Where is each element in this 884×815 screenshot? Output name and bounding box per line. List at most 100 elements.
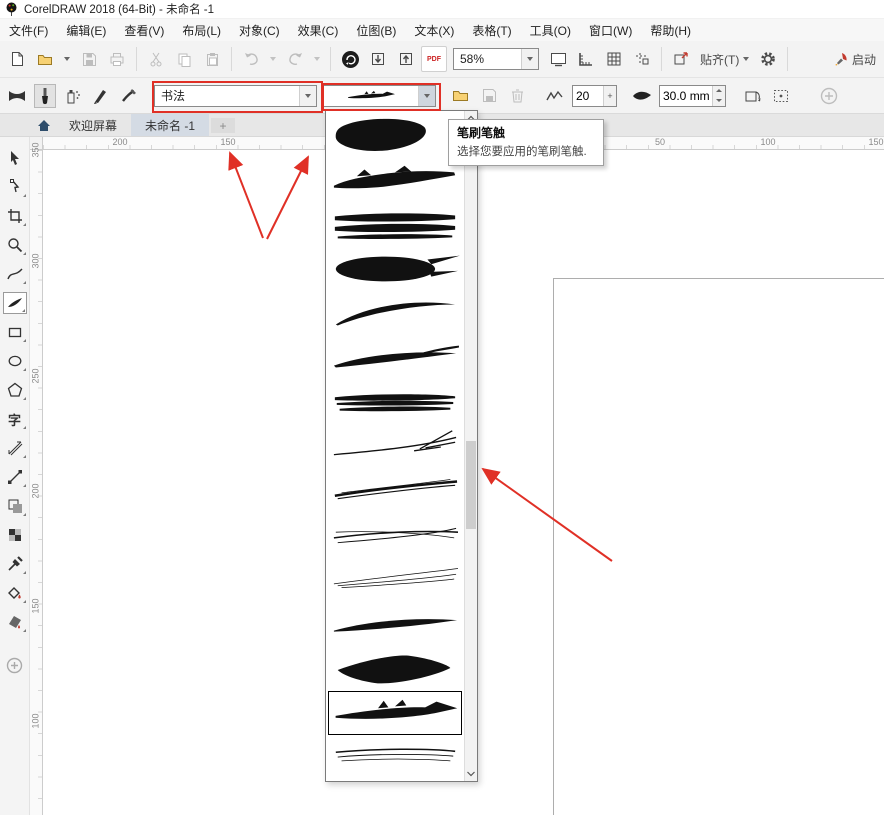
print-button[interactable] [104,46,130,72]
menu-help[interactable]: 帮助(H) [641,19,700,42]
pressure-mode-button[interactable] [118,84,140,108]
tab-welcome-screen[interactable]: 欢迎屏幕 [55,114,131,136]
options-gear-button[interactable] [755,46,781,72]
undo-button[interactable] [238,46,264,72]
brush-stroke-item[interactable] [328,735,462,779]
new-tab-button[interactable]: + [211,118,235,133]
zoom-dropdown-button[interactable] [521,49,538,69]
publish-pdf-button[interactable]: PDF [421,46,447,72]
page[interactable] [553,278,884,815]
rectangle-tool[interactable] [3,321,27,343]
brush-mode-button[interactable] [34,84,56,108]
zoom-level-combobox[interactable]: 58% [453,48,539,70]
cut-button[interactable] [143,46,169,72]
menu-file[interactable]: 文件(F) [0,19,57,42]
show-grid-button[interactable] [601,46,627,72]
menu-edit[interactable]: 编辑(E) [57,19,115,42]
brush-stroke-item[interactable] [328,647,462,691]
vertical-ruler[interactable]: 350 300 250 200 150 100 [30,150,43,815]
menu-layout[interactable]: 布局(L) [173,19,230,42]
export-button[interactable] [393,46,419,72]
menu-bitmaps[interactable]: 位图(B) [347,19,405,42]
brush-stroke-item[interactable] [328,336,462,380]
connector-tool[interactable] [3,466,27,488]
smoothing-slider-button[interactable]: + [604,86,616,106]
redo-button[interactable] [282,46,308,72]
dimension-tool[interactable] [3,437,27,459]
dropdown-scrollbar[interactable] [464,111,477,781]
brush-stroke-item[interactable] [328,380,462,424]
tab-untitled-1[interactable]: 未命名 -1 [131,114,209,136]
add-preset-button[interactable] [818,84,840,108]
brush-stroke-item[interactable] [328,558,462,602]
home-button[interactable] [33,114,55,136]
brush-stroke-item[interactable] [328,469,462,513]
customize-toolbox-button[interactable] [3,654,27,676]
shadow-tool[interactable] [3,495,27,517]
brush-stroke-item[interactable] [328,114,462,158]
search-content-button[interactable] [337,46,363,72]
pick-tool[interactable] [3,147,27,169]
share-button[interactable] [668,46,694,72]
stroke-width-up-button[interactable] [713,86,725,96]
interactive-fill-tool[interactable] [3,582,27,604]
new-document-button[interactable] [4,46,30,72]
border-dots-button[interactable] [770,84,792,108]
brush-stroke-combobox[interactable] [323,85,436,107]
sprayer-mode-button[interactable] [62,84,84,108]
brush-stroke-item[interactable] [328,247,462,291]
show-rulers-button[interactable] [573,46,599,72]
preset-mode-button[interactable] [6,84,28,108]
undo-dropdown-caret[interactable] [266,46,280,72]
brush-stroke-item[interactable] [328,691,462,735]
delete-stroke-button[interactable] [506,84,528,108]
brush-stroke-item[interactable] [328,425,462,469]
import-button[interactable] [365,46,391,72]
polygon-tool[interactable] [3,379,27,401]
copy-button[interactable] [171,46,197,72]
freehand-tool[interactable] [3,263,27,285]
menu-text[interactable]: 文本(X) [405,19,463,42]
fullscreen-preview-button[interactable] [545,46,571,72]
paste-button[interactable] [199,46,225,72]
brush-stroke-item[interactable] [328,292,462,336]
stroke-category-combobox[interactable]: 书法 [154,85,317,107]
zoom-tool[interactable] [3,234,27,256]
show-guidelines-button[interactable] [629,46,655,72]
smoothing-input[interactable] [573,86,603,106]
brush-stroke-item[interactable] [328,203,462,247]
calligraphy-mode-button[interactable] [90,84,112,108]
crop-tool[interactable] [3,205,27,227]
brush-stroke-dropdown-button[interactable] [418,86,435,106]
menu-tools[interactable]: 工具(O) [521,19,580,42]
save-button[interactable] [76,46,102,72]
brush-stroke-item[interactable] [328,158,462,202]
shape-tool[interactable] [3,176,27,198]
scrollbar-thumb[interactable] [466,441,476,529]
stroke-width-input[interactable] [660,86,712,106]
browse-strokes-button[interactable] [450,84,472,108]
scroll-down-button[interactable] [465,767,477,781]
menu-object[interactable]: 对象(C) [230,19,289,42]
snap-to-button[interactable]: 贴齐(T) [696,46,753,72]
ellipse-tool[interactable] [3,350,27,372]
artistic-media-tool[interactable] [3,292,27,314]
menu-table[interactable]: 表格(T) [463,19,520,42]
smart-fill-tool[interactable] [3,611,27,633]
rotate-angle-button[interactable] [742,84,764,108]
brush-stroke-item[interactable] [328,514,462,558]
text-tool[interactable]: 字 [3,408,27,430]
menu-effects[interactable]: 效果(C) [289,19,348,42]
stroke-category-dropdown-button[interactable] [299,86,316,106]
open-dropdown-caret[interactable] [60,46,74,72]
menu-window[interactable]: 窗口(W) [580,19,641,42]
eyedropper-tool[interactable] [3,553,27,575]
save-stroke-button[interactable] [478,84,500,108]
launch-button[interactable]: 启动 [830,46,880,72]
menu-view[interactable]: 查看(V) [115,19,173,42]
stroke-width-down-button[interactable] [713,96,725,106]
brush-stroke-item[interactable] [328,602,462,646]
redo-dropdown-caret[interactable] [310,46,324,72]
open-button[interactable] [32,46,58,72]
transparency-tool[interactable] [3,524,27,546]
